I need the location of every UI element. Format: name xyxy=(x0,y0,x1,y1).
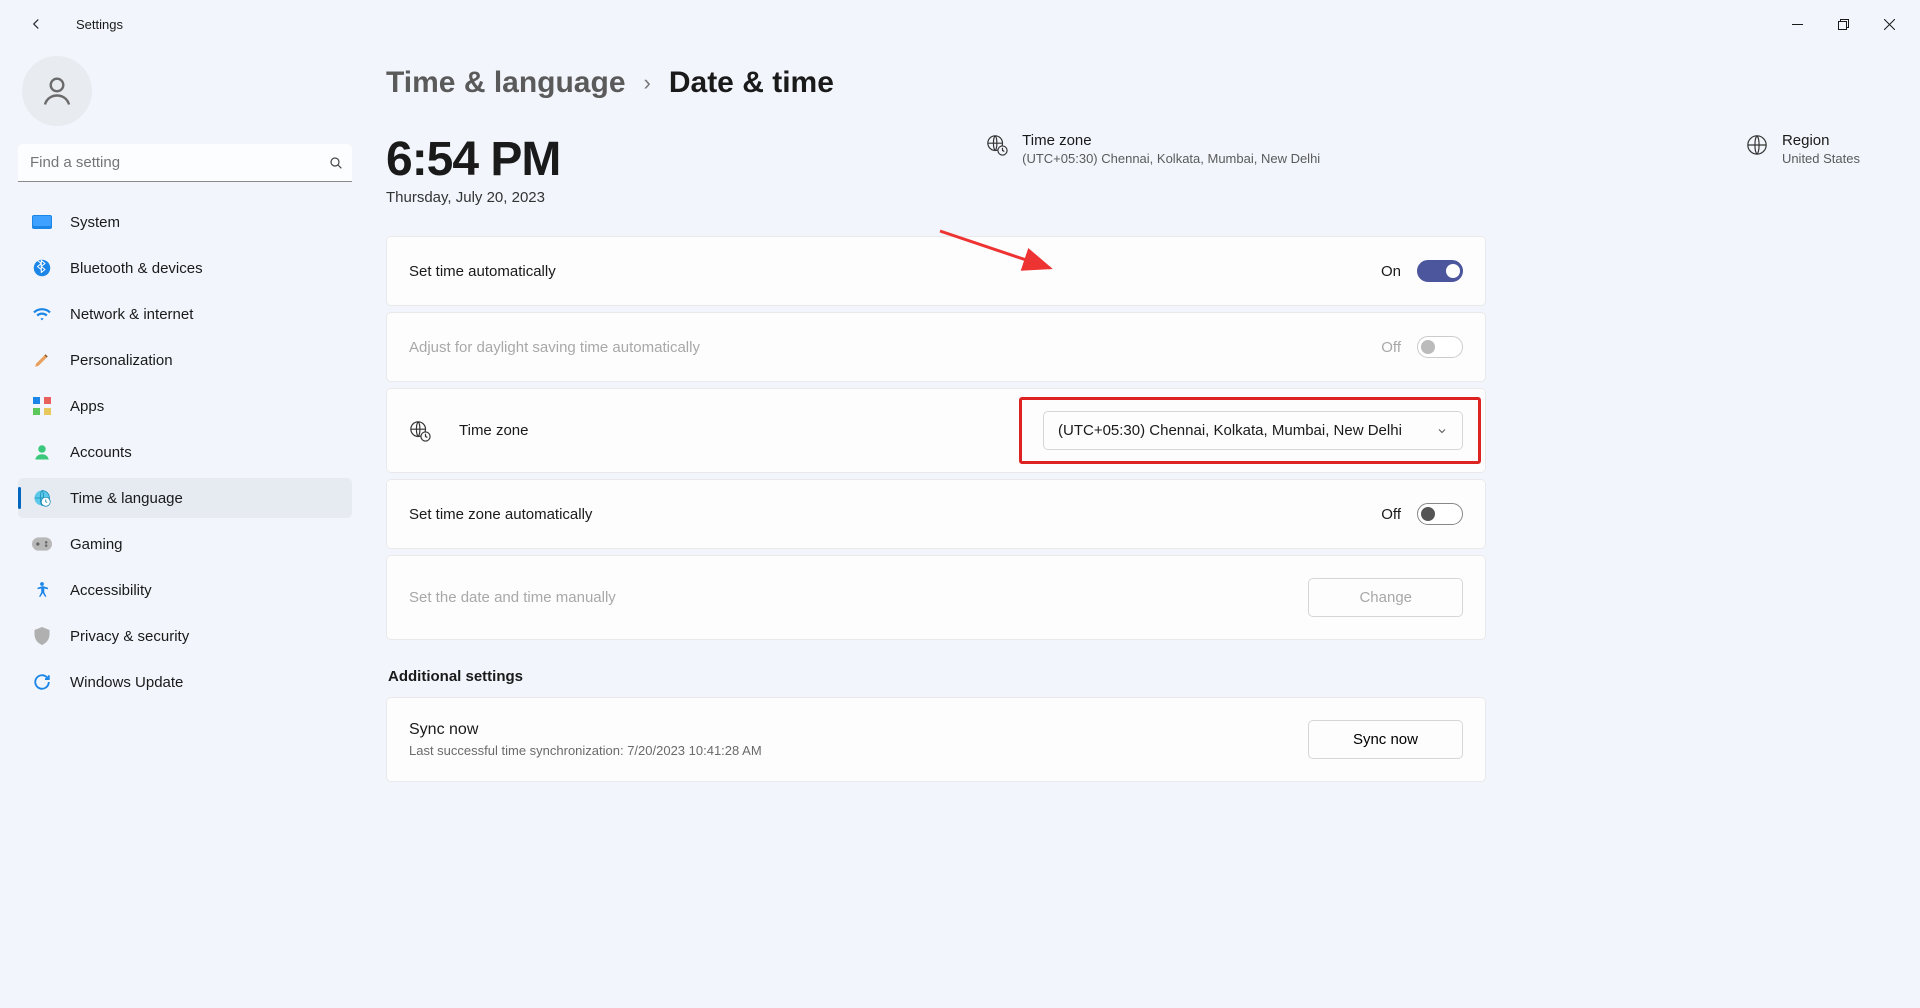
user-avatar[interactable] xyxy=(22,56,92,126)
dst-auto-toggle xyxy=(1417,336,1463,358)
clock-block: 6:54 PM Thursday, July 20, 2023 xyxy=(386,132,560,206)
sidebar-item-system[interactable]: System xyxy=(18,202,352,242)
close-icon xyxy=(1884,19,1895,30)
region-value: United States xyxy=(1782,151,1860,166)
sidebar-item-label: Privacy & security xyxy=(70,628,189,645)
sidebar-item-privacy[interactable]: Privacy & security xyxy=(18,616,352,656)
change-button: Change xyxy=(1308,578,1463,617)
sidebar-item-accounts[interactable]: Accounts xyxy=(18,432,352,472)
account-icon xyxy=(32,442,52,462)
sidebar-item-bluetooth[interactable]: Bluetooth & devices xyxy=(18,248,352,288)
timezone-dropdown[interactable]: (UTC+05:30) Chennai, Kolkata, Mumbai, Ne… xyxy=(1043,411,1463,450)
set-time-auto-toggle[interactable] xyxy=(1417,260,1463,282)
sidebar-item-label: Apps xyxy=(70,398,104,415)
apps-icon xyxy=(32,396,52,416)
chevron-down-icon xyxy=(1436,425,1448,437)
sidebar-item-network[interactable]: Network & internet xyxy=(18,294,352,334)
maximize-button[interactable] xyxy=(1820,8,1866,40)
sidebar-item-label: System xyxy=(70,214,120,231)
accessibility-icon xyxy=(32,580,52,600)
minimize-button[interactable] xyxy=(1774,8,1820,40)
wifi-icon xyxy=(32,304,52,324)
setting-label: Set the date and time manually xyxy=(409,589,616,606)
close-button[interactable] xyxy=(1866,8,1912,40)
setting-dst-auto: Adjust for daylight saving time automati… xyxy=(386,312,1486,382)
sync-subtext: Last successful time synchronization: 7/… xyxy=(409,743,762,758)
shield-icon xyxy=(32,626,52,646)
setting-timezone: Time zone (UTC+05:30) Chennai, Kolkata, … xyxy=(386,388,1486,473)
region-title: Region xyxy=(1782,132,1860,149)
display-icon xyxy=(32,212,52,232)
gamepad-icon xyxy=(32,534,52,554)
timezone-title: Time zone xyxy=(1022,132,1320,149)
sidebar-item-label: Bluetooth & devices xyxy=(70,260,203,277)
minimize-icon xyxy=(1792,19,1803,30)
setting-sync-now: Sync now Last successful time synchroniz… xyxy=(386,697,1486,782)
search-button[interactable] xyxy=(328,155,344,171)
search-input[interactable] xyxy=(18,144,352,182)
sidebar-item-label: Accounts xyxy=(70,444,132,461)
search-box xyxy=(18,144,352,182)
nav-list: System Bluetooth & devices Network & int… xyxy=(18,202,352,702)
sidebar-item-time-language[interactable]: Time & language xyxy=(18,478,352,518)
window-controls xyxy=(1774,8,1912,40)
sidebar-item-windows-update[interactable]: Windows Update xyxy=(18,662,352,702)
info-row: 6:54 PM Thursday, July 20, 2023 Time zon… xyxy=(386,132,1880,206)
sidebar-item-label: Gaming xyxy=(70,536,123,553)
sidebar-item-label: Windows Update xyxy=(70,674,183,691)
sidebar-item-apps[interactable]: Apps xyxy=(18,386,352,426)
timezone-value: (UTC+05:30) Chennai, Kolkata, Mumbai, Ne… xyxy=(1022,151,1320,166)
setting-set-tz-auto: Set time zone automatically Off xyxy=(386,479,1486,549)
sidebar-item-label: Network & internet xyxy=(70,306,193,323)
additional-settings-header: Additional settings xyxy=(388,668,1880,685)
dropdown-value: (UTC+05:30) Chennai, Kolkata, Mumbai, Ne… xyxy=(1058,422,1402,439)
sidebar-item-label: Time & language xyxy=(70,490,183,507)
arrow-left-icon xyxy=(27,15,45,33)
globe-clock-icon xyxy=(32,488,52,508)
set-tz-auto-toggle[interactable] xyxy=(1417,503,1463,525)
sidebar-item-label: Accessibility xyxy=(70,582,152,599)
toggle-state-label: Off xyxy=(1381,506,1401,523)
sync-label: Sync now xyxy=(409,721,762,739)
current-date: Thursday, July 20, 2023 xyxy=(386,189,560,206)
globe-clock-icon xyxy=(409,420,431,442)
toggle-state-label: On xyxy=(1381,263,1401,280)
globe-clock-icon xyxy=(986,134,1008,156)
back-button[interactable] xyxy=(16,4,56,44)
sync-now-button[interactable]: Sync now xyxy=(1308,720,1463,759)
current-time: 6:54 PM xyxy=(386,132,560,187)
setting-set-time-auto: Set time automatically On xyxy=(386,236,1486,306)
maximize-icon xyxy=(1838,19,1849,30)
region-summary: Region United States xyxy=(1746,132,1860,166)
search-icon xyxy=(328,155,344,171)
timezone-summary: Time zone (UTC+05:30) Chennai, Kolkata, … xyxy=(986,132,1320,166)
setting-label: Set time zone automatically xyxy=(409,506,592,523)
breadcrumb-parent[interactable]: Time & language xyxy=(386,66,626,100)
setting-label: Time zone xyxy=(459,422,528,439)
paintbrush-icon xyxy=(32,350,52,370)
setting-set-manual: Set the date and time manually Change xyxy=(386,555,1486,640)
update-icon xyxy=(32,672,52,692)
bluetooth-icon xyxy=(32,258,52,278)
toggle-state-label: Off xyxy=(1381,339,1401,356)
chevron-right-icon: › xyxy=(644,70,651,96)
main-content: Time & language › Date & time 6:54 PM Th… xyxy=(370,48,1920,1008)
sidebar-item-accessibility[interactable]: Accessibility xyxy=(18,570,352,610)
app-title: Settings xyxy=(76,17,123,32)
sidebar-item-gaming[interactable]: Gaming xyxy=(18,524,352,564)
globe-icon xyxy=(1746,134,1768,156)
sidebar: System Bluetooth & devices Network & int… xyxy=(0,48,370,1008)
setting-label: Set time automatically xyxy=(409,263,556,280)
breadcrumb: Time & language › Date & time xyxy=(386,66,1880,100)
settings-cards: Set time automatically On Adjust for day… xyxy=(386,236,1486,640)
page-title: Date & time xyxy=(669,66,834,100)
title-bar: Settings xyxy=(0,0,1920,48)
sidebar-item-label: Personalization xyxy=(70,352,173,369)
person-icon xyxy=(39,73,75,109)
setting-label: Adjust for daylight saving time automati… xyxy=(409,339,700,356)
sidebar-item-personalization[interactable]: Personalization xyxy=(18,340,352,380)
